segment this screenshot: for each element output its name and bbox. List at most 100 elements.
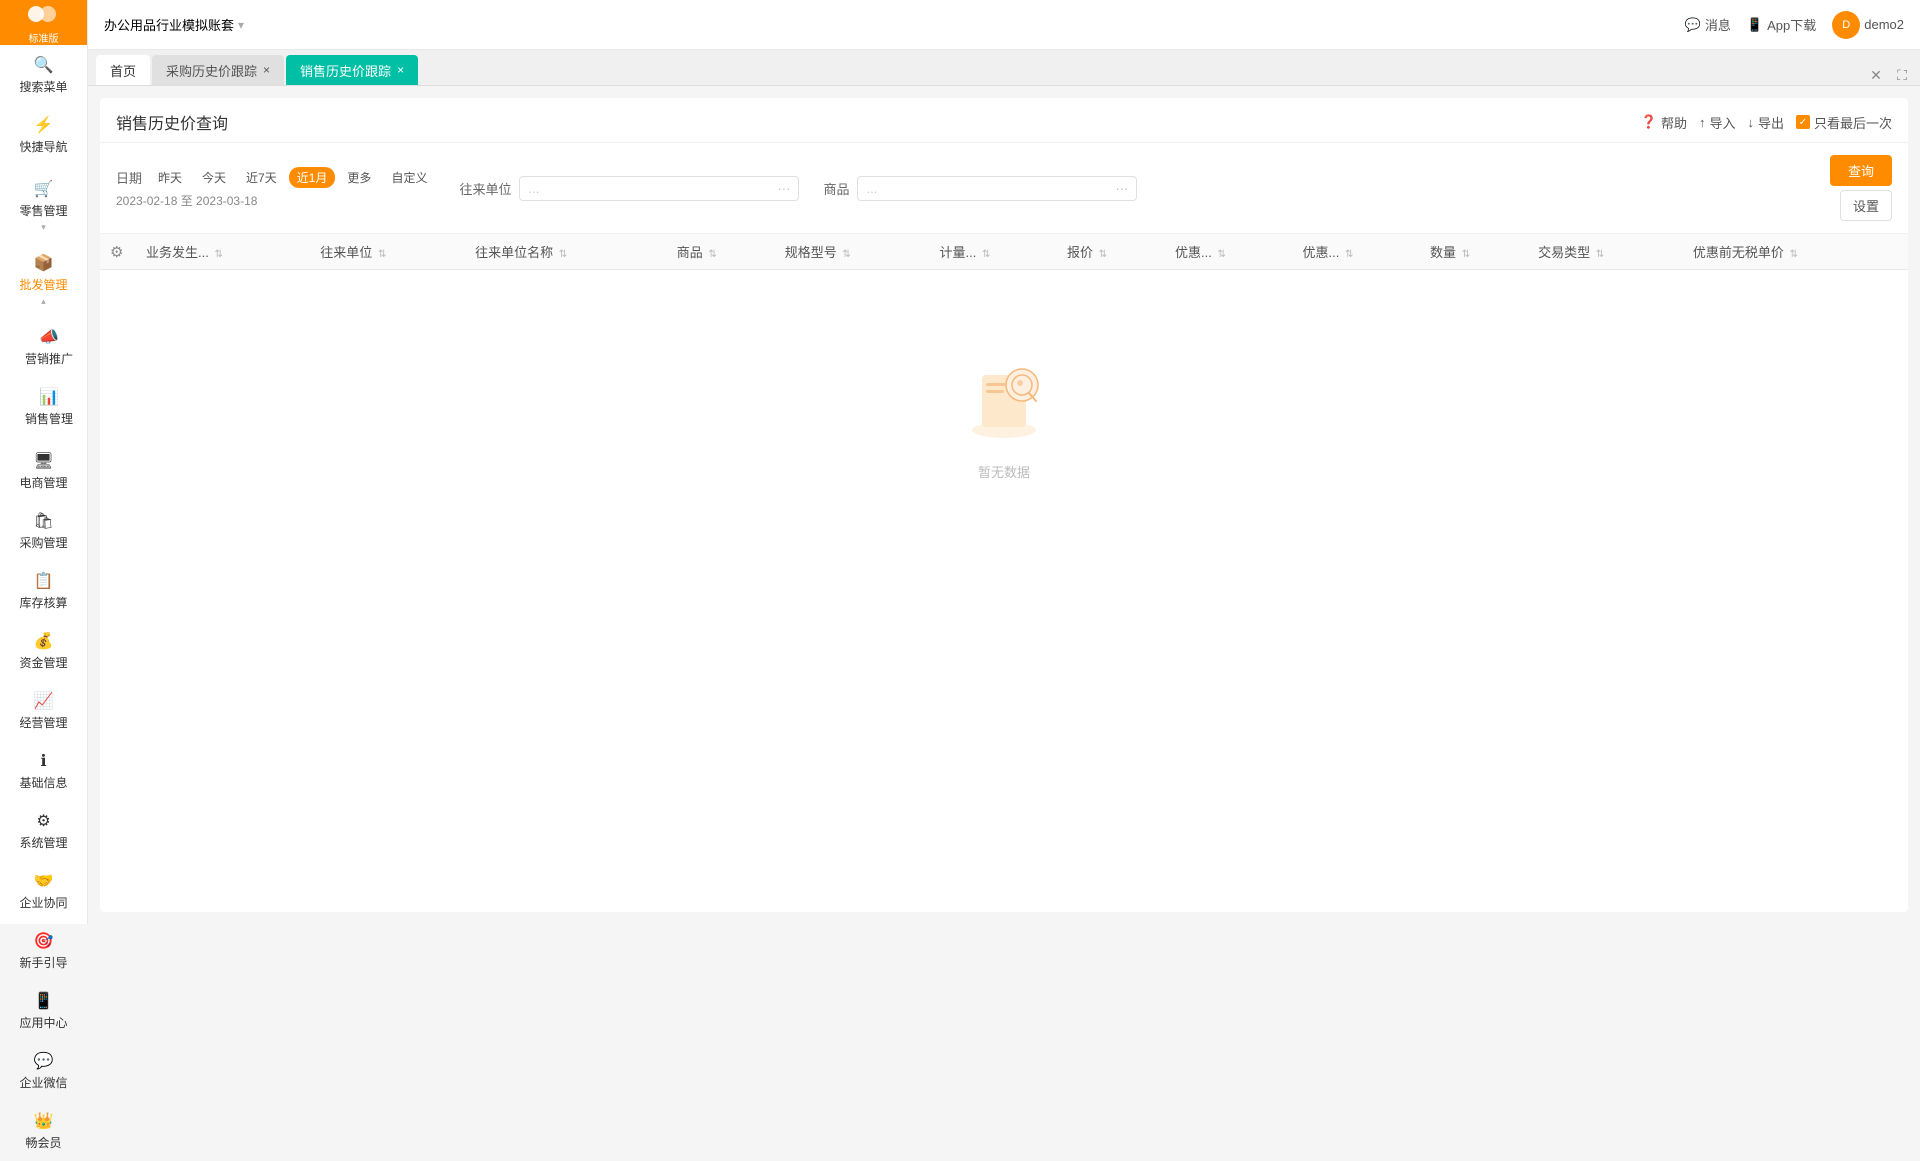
avatar: D — [1832, 11, 1860, 39]
th-qty[interactable]: 数量 ⇅ — [1420, 234, 1528, 270]
tab-purchase[interactable]: 采购历史价跟踪 × — [152, 55, 284, 85]
query-button[interactable]: 查询 — [1830, 155, 1892, 186]
table-gear-icon[interactable]: ⚙ — [110, 244, 123, 261]
th-biz-date[interactable]: 业务发生... ⇅ — [136, 234, 310, 270]
app-download-icon: 📱 — [1747, 17, 1763, 33]
import-icon: ↑ — [1699, 115, 1706, 130]
membership-icon: 👑 — [34, 1111, 54, 1131]
topbar-title-dropdown[interactable]: 办公用品行业模拟账套 ▾ — [104, 15, 244, 34]
th-pretax-price[interactable]: 优惠前无税单价 ⇅ — [1683, 234, 1908, 270]
sidebar-item-purchase[interactable]: 🛍 采购管理 — [0, 501, 87, 561]
date-btn-yesterday[interactable]: 昨天 — [150, 167, 190, 188]
sidebar-item-operation[interactable]: 📈 经营管理 — [0, 681, 87, 741]
sidebar-item-enterprise[interactable]: 🤝 企业协同 — [0, 861, 87, 921]
sidebar-item-wechat[interactable]: 💬 企业微信 — [0, 1041, 87, 1101]
purchase-icon: 🛍 — [33, 511, 53, 531]
sort-icon: ⇅ — [1345, 249, 1353, 260]
empty-icon — [954, 350, 1054, 450]
sidebar-item-label: 应用中心 — [19, 1014, 67, 1031]
sidebar-item-marketing[interactable]: 📣 营销推广 — [0, 317, 87, 377]
sidebar-item-label: 批发管理 — [19, 276, 67, 293]
topbar-title: 办公用品行业模拟账套 — [104, 15, 234, 34]
th-trade-type[interactable]: 交易类型 ⇅ — [1528, 234, 1683, 270]
sidebar-item-membership[interactable]: 👑 畅会员 — [0, 1101, 87, 1161]
sort-icon: ⇅ — [378, 249, 386, 260]
tab-purchase-close[interactable]: × — [263, 63, 270, 77]
logo-text: 标准版 — [29, 30, 59, 45]
import-label: 导入 — [1709, 113, 1735, 132]
date-btn-custom[interactable]: 自定义 — [383, 167, 435, 188]
supplier-placeholder: ... — [528, 181, 539, 196]
th-price[interactable]: 报价 ⇅ — [1057, 234, 1165, 270]
sidebar-item-app-center[interactable]: 📱 应用中心 — [0, 981, 87, 1041]
chevron-down-icon: ▾ — [41, 222, 46, 233]
th-unit[interactable]: 计量... ⇅ — [930, 234, 1058, 270]
sidebar-item-wholesale-mgmt[interactable]: 📦 批发管理 ▴ — [0, 243, 87, 317]
table-head: ⚙ 业务发生... ⇅ 往来单位 ⇅ 往来单位名称 — [100, 234, 1908, 270]
sidebar-item-sales-mgmt[interactable]: 📊 销售管理 — [0, 377, 87, 437]
th-discount1[interactable]: 优惠... ⇅ — [1165, 234, 1293, 270]
th-spec-label: 规格型号 — [785, 245, 837, 260]
operation-icon: 📈 — [34, 691, 54, 711]
th-partner-name-label: 往来单位名称 — [475, 245, 553, 260]
logo-icon — [26, 0, 62, 28]
tab-sales-close[interactable]: × — [397, 63, 404, 77]
sidebar-item-label: 新手引导 — [19, 954, 67, 971]
page-header: 销售历史价查询 ❓ 帮助 ↑ 导入 ↓ 导出 ✓ — [100, 98, 1908, 143]
th-goods[interactable]: 商品 ⇅ — [667, 234, 775, 270]
table-header-row: ⚙ 业务发生... ⇅ 往来单位 ⇅ 往来单位名称 — [100, 234, 1908, 270]
sidebar-item-search-menu[interactable]: 🔍 搜索菜单 — [0, 45, 87, 105]
sidebar-item-label: 资金管理 — [19, 654, 67, 671]
sidebar-item-retail-mgmt[interactable]: 🛒 零售管理 ▾ — [0, 169, 87, 243]
th-goods-label: 商品 — [677, 245, 703, 260]
supplier-filter-item: 往来单位 ... ··· — [459, 176, 799, 201]
checkbox-checked-icon: ✓ — [1796, 115, 1810, 129]
th-unit-label: 计量... — [940, 245, 977, 260]
maximize-window-button[interactable]: ⛶ — [1892, 65, 1912, 85]
date-btn-7days[interactable]: 近7天 — [238, 167, 285, 188]
close-window-button[interactable]: ✕ — [1866, 65, 1886, 85]
export-label: 导出 — [1758, 113, 1784, 132]
goods-filter-item: 商品 ... ··· — [823, 176, 1137, 201]
retail-icon: 🛒 — [34, 179, 54, 199]
import-button[interactable]: ↑ 导入 — [1699, 113, 1736, 132]
goods-input[interactable]: ... ··· — [857, 176, 1137, 201]
message-icon: 💬 — [1685, 17, 1701, 33]
content-inner: 销售历史价查询 ❓ 帮助 ↑ 导入 ↓ 导出 ✓ — [100, 98, 1908, 912]
message-label: 消息 — [1705, 15, 1731, 34]
tab-purchase-label: 采购历史价跟踪 — [166, 61, 257, 80]
sidebar-item-sys-mgmt[interactable]: ⚙ 系统管理 — [0, 801, 87, 861]
sidebar-item-quick-nav[interactable]: ⚡ 快捷导航 — [0, 105, 87, 165]
sidebar-item-guide[interactable]: 🎯 新手引导 — [0, 921, 87, 981]
help-button[interactable]: ❓ 帮助 — [1641, 113, 1687, 132]
th-partner-name[interactable]: 往来单位名称 ⇅ — [465, 234, 667, 270]
tab-sales[interactable]: 销售历史价跟踪 × — [286, 55, 418, 85]
sidebar-item-label: 库存核算 — [19, 594, 67, 611]
date-btn-more[interactable]: 更多 — [339, 167, 379, 188]
th-spec[interactable]: 规格型号 ⇅ — [775, 234, 930, 270]
date-btn-today[interactable]: 今天 — [194, 167, 234, 188]
sidebar-item-ecommerce[interactable]: 🖥 电商管理 — [0, 441, 87, 501]
only-last-checkbox[interactable]: ✓ 只看最后一次 — [1796, 113, 1892, 132]
th-trade-type-label: 交易类型 — [1538, 245, 1590, 260]
data-table: ⚙ 业务发生... ⇅ 往来单位 ⇅ 往来单位名称 — [100, 234, 1908, 270]
date-btn-1month[interactable]: 近1月 — [289, 167, 336, 188]
sort-icon: ⇅ — [842, 249, 850, 260]
supplier-input[interactable]: ... ··· — [519, 176, 799, 201]
app-download-action[interactable]: 📱 App下载 — [1747, 15, 1816, 34]
app-download-label: App下载 — [1767, 15, 1816, 34]
sidebar-item-basic-info[interactable]: ℹ 基础信息 — [0, 741, 87, 801]
message-action[interactable]: 💬 消息 — [1685, 15, 1731, 34]
page-title: 销售历史价查询 — [116, 110, 228, 134]
user-action[interactable]: D demo2 — [1832, 11, 1904, 39]
th-discount2[interactable]: 优惠... ⇅ — [1293, 234, 1421, 270]
inventory-icon: 📋 — [34, 571, 54, 591]
export-button[interactable]: ↓ 导出 — [1747, 113, 1784, 132]
sidebar-item-inventory[interactable]: 📋 库存核算 — [0, 561, 87, 621]
tab-home[interactable]: 首页 — [96, 55, 150, 85]
finance-icon: 💰 — [34, 631, 54, 651]
th-partner[interactable]: 往来单位 ⇅ — [310, 234, 465, 270]
settings-button[interactable]: 设置 — [1840, 190, 1892, 221]
sidebar-item-finance[interactable]: 💰 资金管理 — [0, 621, 87, 681]
logo: 标准版 — [0, 0, 87, 45]
